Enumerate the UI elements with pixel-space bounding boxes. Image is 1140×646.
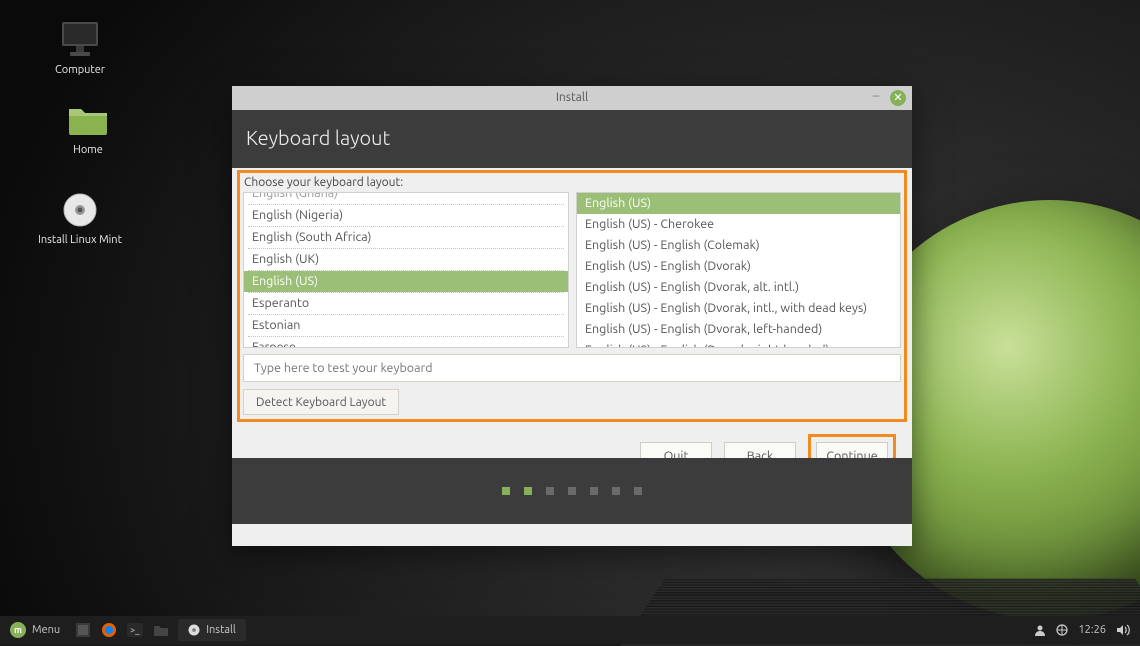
- progress-dot: [634, 487, 642, 495]
- user-icon[interactable]: [1034, 624, 1046, 636]
- show-desktop-icon[interactable]: [72, 620, 94, 640]
- progress-dot: [546, 487, 554, 495]
- list-item[interactable]: English (US) - English (Colemak): [577, 235, 900, 256]
- network-icon[interactable]: [1056, 624, 1068, 636]
- files-icon[interactable]: [150, 620, 172, 640]
- list-item-selected[interactable]: English (US): [244, 271, 568, 292]
- volume-icon[interactable]: [1116, 624, 1130, 636]
- list-item[interactable]: English (US) - English (Dvorak, intl., w…: [577, 298, 900, 319]
- progress-dot: [612, 487, 620, 495]
- layout-variant-list[interactable]: English (US) English (US) - Cherokee Eng…: [576, 192, 901, 348]
- svg-text:>_: >_: [130, 625, 140, 635]
- list-item[interactable]: English (Nigeria): [244, 205, 568, 226]
- window-title: Install: [556, 91, 588, 104]
- progress-dot: [568, 487, 576, 495]
- list-item[interactable]: English (US) - English (Dvorak, alt. int…: [577, 277, 900, 298]
- list-item[interactable]: English (US) - English (Dvorak): [577, 256, 900, 277]
- progress-dot: [524, 487, 532, 495]
- disc-icon: [56, 190, 104, 230]
- keyboard-test-input[interactable]: [243, 354, 901, 382]
- desktop-icon-label: Home: [48, 144, 128, 156]
- list-item[interactable]: English (US) - English (Dvorak, right-ha…: [577, 340, 900, 348]
- mint-logo-icon: m: [10, 622, 26, 638]
- window-titlebar[interactable]: Install – ✕: [232, 86, 912, 110]
- desktop-icon-home[interactable]: Home: [48, 100, 128, 156]
- list-item[interactable]: Esperanto: [244, 293, 568, 314]
- progress-dot: [590, 487, 598, 495]
- desktop-icon-install[interactable]: Install Linux Mint: [28, 190, 132, 246]
- menu-button[interactable]: m Menu: [0, 616, 70, 644]
- desktop-icon-computer[interactable]: Computer: [40, 20, 120, 76]
- computer-icon: [56, 20, 104, 60]
- progress-dots: [232, 458, 912, 524]
- clock[interactable]: 12:26: [1078, 624, 1106, 636]
- list-item[interactable]: English (UK): [244, 249, 568, 270]
- layout-language-list[interactable]: English (Ghana) English (Nigeria) Englis…: [243, 192, 569, 348]
- terminal-icon[interactable]: >_: [124, 620, 146, 640]
- firefox-icon[interactable]: [98, 620, 120, 640]
- installer-window: Install – ✕ Keyboard layout Choose your …: [232, 86, 912, 546]
- desktop-icon-label: Computer: [40, 64, 120, 76]
- system-tray: 12:26: [1034, 624, 1140, 636]
- layout-prompt: Choose your keyboard layout:: [244, 176, 403, 189]
- page-heading: Keyboard layout: [232, 110, 912, 168]
- detect-layout-button[interactable]: Detect Keyboard Layout: [243, 389, 399, 415]
- progress-dot: [502, 487, 510, 495]
- disc-icon: [188, 624, 200, 636]
- list-item[interactable]: English (Ghana): [244, 192, 568, 204]
- list-item-selected[interactable]: English (US): [577, 193, 900, 214]
- folder-icon: [64, 100, 112, 140]
- list-item[interactable]: English (US) - Cherokee: [577, 214, 900, 235]
- list-item[interactable]: English (US) - English (Dvorak, left-han…: [577, 319, 900, 340]
- desktop-icon-label: Install Linux Mint: [28, 234, 132, 246]
- menu-label: Menu: [32, 624, 60, 636]
- list-item[interactable]: Estonian: [244, 315, 568, 336]
- minimize-button[interactable]: –: [868, 90, 884, 106]
- task-label: Install: [206, 624, 236, 636]
- list-item[interactable]: English (South Africa): [244, 227, 568, 248]
- list-item[interactable]: Faroese: [244, 337, 568, 348]
- taskbar: m Menu >_ Install 12:26: [0, 616, 1140, 644]
- taskbar-task-install[interactable]: Install: [178, 619, 246, 641]
- close-button[interactable]: ✕: [890, 90, 906, 106]
